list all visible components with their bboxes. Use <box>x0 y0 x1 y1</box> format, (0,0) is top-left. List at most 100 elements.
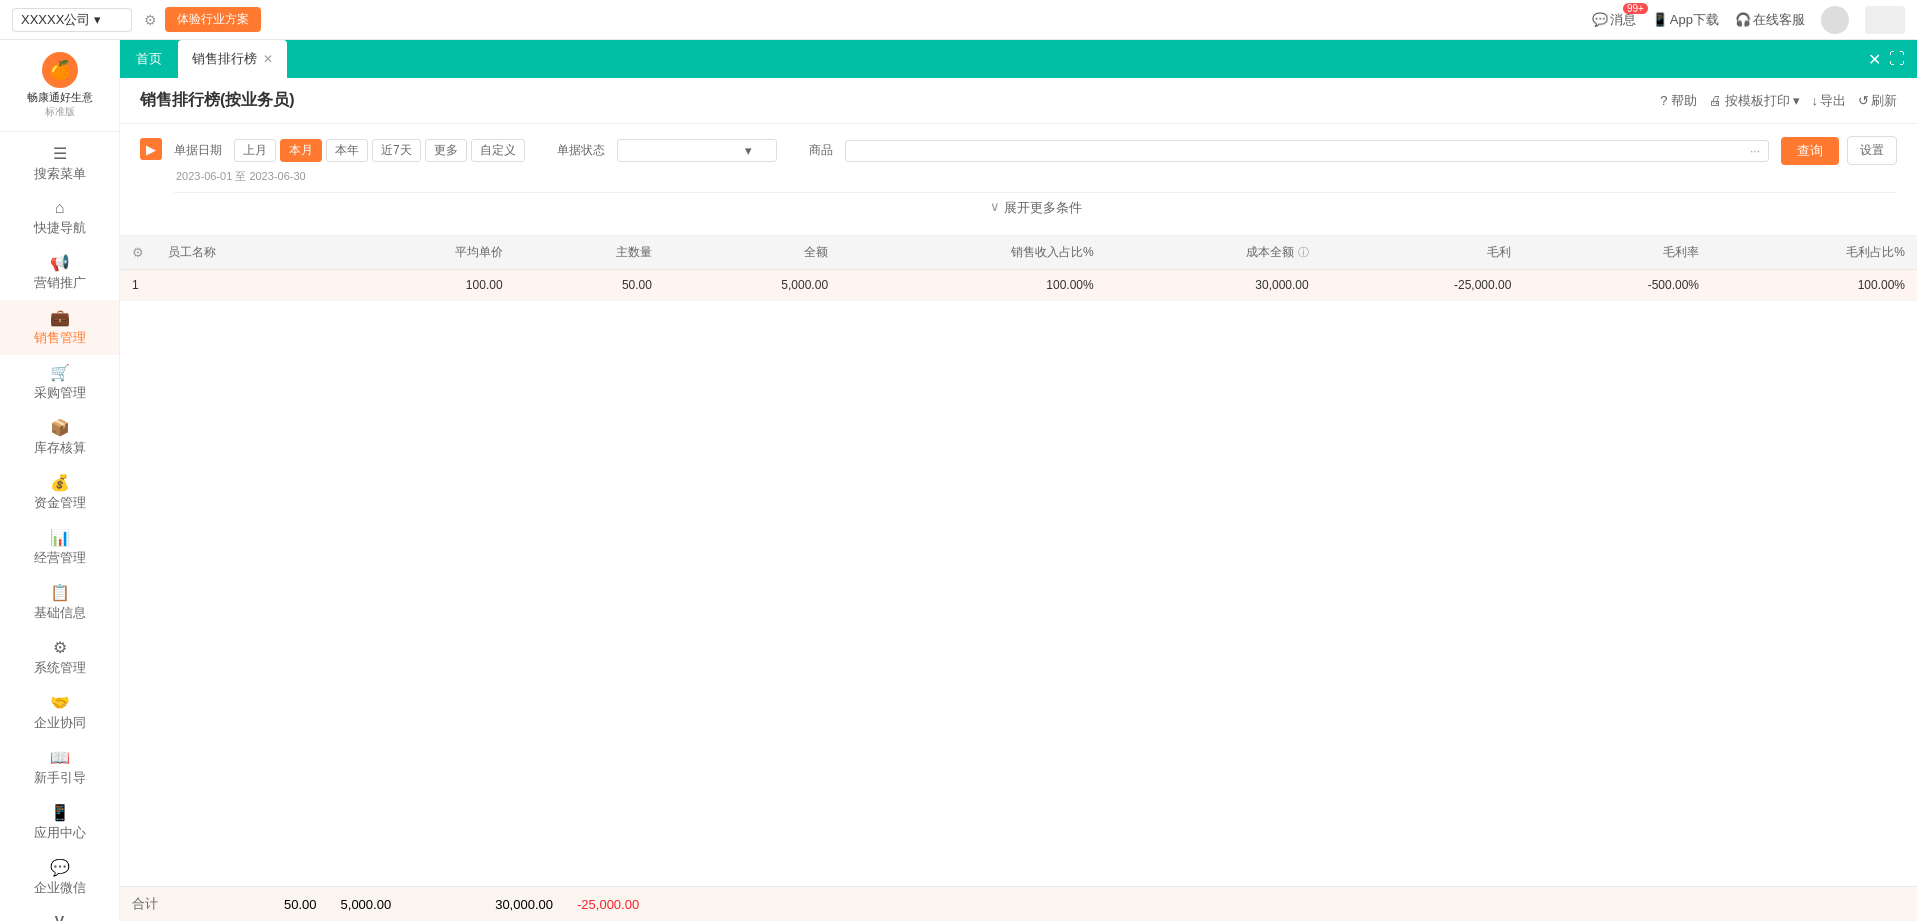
marketing-icon: 📢 <box>50 253 70 272</box>
sidebar-item-operations[interactable]: 📊 经营管理 <box>0 520 119 575</box>
sidebar-item-inventory[interactable]: 📦 库存核算 <box>0 410 119 465</box>
footer-cell-amount: 5,000.00 <box>329 897 404 912</box>
table-header-row: ⚙ 员工名称 平均单价 主数量 全额 销售收入占比% 成本全额 ⓘ 毛利 毛利率… <box>120 236 1917 270</box>
sidebar-item-collaboration[interactable]: 🤝 企业协同 <box>0 685 119 740</box>
date-btn-7days[interactable]: 近7天 <box>372 139 421 162</box>
sidebar-item-purchase[interactable]: 🛒 采购管理 <box>0 355 119 410</box>
print-label: 按模板打印 <box>1725 92 1790 110</box>
sales-icon: 💼 <box>50 308 70 327</box>
sidebar-item-member[interactable]: V 畅会员 <box>0 905 119 921</box>
sidebar-item-label: 资金管理 <box>34 494 86 512</box>
footer-cell-gross: -25,000.00 <box>565 897 651 912</box>
app-download-link[interactable]: 📱 App下载 <box>1652 11 1719 29</box>
settings-button[interactable]: 设置 <box>1847 136 1897 165</box>
user-name-area[interactable] <box>1865 6 1905 34</box>
footer-cell-cost: 30,000.00 <box>483 897 565 912</box>
date-btn-custom[interactable]: 自定义 <box>471 139 525 162</box>
sidebar-item-wechat[interactable]: 💬 企业微信 <box>0 850 119 905</box>
footer-cell-empty1 <box>192 897 272 912</box>
refresh-button[interactable]: ↺ 刷新 <box>1858 92 1897 110</box>
help-icon: ? <box>1660 93 1667 108</box>
th-gross-pct: 毛利占比% <box>1711 236 1917 270</box>
cost-info-icon[interactable]: ⓘ <box>1298 246 1309 258</box>
date-btn-this-month[interactable]: 本月 <box>280 139 322 162</box>
appstore-icon: 📱 <box>50 803 70 822</box>
table-row: 1 100.00 50.00 5,000.00 100.00% 30,000.0… <box>120 270 1917 301</box>
print-dropdown-icon: ▾ <box>1793 93 1800 108</box>
finance-icon: 💰 <box>50 473 70 492</box>
export-button[interactable]: ↓ 导出 <box>1812 92 1847 110</box>
export-label: 导出 <box>1820 92 1846 110</box>
date-btn-more[interactable]: 更多 <box>425 139 467 162</box>
expand-label: 展开更多条件 <box>1004 199 1082 217</box>
page-content: 销售排行榜(按业务员) ? 帮助 🖨 按模板打印 ▾ ↓ 导出 <box>120 78 1917 921</box>
settings-icon[interactable]: ⚙ <box>144 12 157 28</box>
sidebar-item-label: 基础信息 <box>34 604 86 622</box>
sidebar-item-label: 营销推广 <box>34 274 86 292</box>
sidebar-item-marketing[interactable]: 📢 营销推广 <box>0 245 119 300</box>
logo-sub: 标准版 <box>45 105 75 119</box>
expand-more-button[interactable]: ∨ 展开更多条件 <box>174 192 1897 223</box>
tab-home[interactable]: 首页 <box>120 40 178 78</box>
chevron-down-icon: ▾ <box>94 12 101 27</box>
sidebar-item-label: 库存核算 <box>34 439 86 457</box>
column-settings-icon[interactable]: ⚙ <box>132 245 144 260</box>
logo-text: 畅康通好生意 <box>27 90 93 105</box>
sidebar-item-label: 新手引导 <box>34 769 86 787</box>
inventory-icon: 📦 <box>50 418 70 437</box>
export-icon: ↓ <box>1812 93 1819 108</box>
cell-qty: 50.00 <box>515 270 664 301</box>
sidebar-item-system[interactable]: ⚙ 系统管理 <box>0 630 119 685</box>
chevron-down-icon: ▾ <box>745 143 752 158</box>
collaboration-icon: 🤝 <box>50 693 70 712</box>
tab-close-icon[interactable]: ✕ <box>263 52 273 66</box>
status-select[interactable]: ▾ <box>617 139 777 162</box>
sidebar-item-search[interactable]: ☰ 搜索菜单 <box>0 136 119 191</box>
date-btn-last-month[interactable]: 上月 <box>234 139 276 162</box>
footer-cell-empty2 <box>403 897 483 912</box>
company-selector[interactable]: XXXXX公司 ▾ <box>12 8 132 32</box>
sidebar-item-basic-info[interactable]: 📋 基础信息 <box>0 575 119 630</box>
sidebar-item-sales[interactable]: 💼 销售管理 <box>0 300 119 355</box>
sidebar-item-shortcuts[interactable]: ⌂ 快捷导航 <box>0 191 119 245</box>
help-button[interactable]: ? 帮助 <box>1660 92 1696 110</box>
sidebar-item-finance[interactable]: 💰 资金管理 <box>0 465 119 520</box>
goods-more-icon[interactable]: ··· <box>1750 144 1760 158</box>
sidebar-item-appstore[interactable]: 📱 应用中心 <box>0 795 119 850</box>
cell-gross-pct: 100.00% <box>1711 270 1917 301</box>
cell-avg-price: 100.00 <box>335 270 514 301</box>
avatar[interactable] <box>1821 6 1849 34</box>
search-menu-icon: ☰ <box>53 144 67 163</box>
tab-close-window-icon[interactable]: ✕ <box>1868 50 1881 69</box>
status-filter-label: 单据状态 <box>557 142 605 159</box>
th-gross-rate: 毛利率 <box>1523 236 1711 270</box>
th-employee-name: 员工名称 <box>156 236 335 270</box>
date-btn-this-year[interactable]: 本年 <box>326 139 368 162</box>
tab-right-controls: ✕ ⛶ <box>1868 50 1917 69</box>
purchase-icon: 🛒 <box>50 363 70 382</box>
phone-icon: 📱 <box>1652 12 1668 27</box>
online-support-label: 在线客服 <box>1753 11 1805 29</box>
sidebar-item-guide[interactable]: 📖 新手引导 <box>0 740 119 795</box>
date-buttons: 上月 本月 本年 近7天 更多 自定义 <box>234 139 525 162</box>
expand-icon: ∨ <box>990 199 1000 217</box>
sidebar-item-label: 采购管理 <box>34 384 86 402</box>
cell-sales-pct: 100.00% <box>840 270 1106 301</box>
filter-toggle-button[interactable]: ▶ <box>140 138 162 160</box>
cell-cost: 30,000.00 <box>1106 270 1321 301</box>
table-body: 1 100.00 50.00 5,000.00 100.00% 30,000.0… <box>120 270 1917 301</box>
footer-cells: 50.00 5,000.00 30,000.00 -25,000.00 <box>192 897 1905 912</box>
online-support-link[interactable]: 🎧 在线客服 <box>1735 11 1805 29</box>
tab-sales-ranking[interactable]: 销售排行榜 ✕ <box>178 40 287 78</box>
query-button[interactable]: 查询 <box>1781 137 1839 165</box>
refresh-icon: ↺ <box>1858 93 1869 108</box>
message-button[interactable]: 💬 消息 99+ <box>1592 11 1636 29</box>
goods-input[interactable]: ··· <box>845 140 1769 162</box>
th-cost: 成本全额 ⓘ <box>1106 236 1321 270</box>
guide-icon: 📖 <box>50 748 70 767</box>
tab-maximize-icon[interactable]: ⛶ <box>1889 50 1905 68</box>
sidebar-item-label: 应用中心 <box>34 824 86 842</box>
print-button[interactable]: 🖨 按模板打印 ▾ <box>1709 92 1800 110</box>
th-settings[interactable]: ⚙ <box>120 236 156 270</box>
trial-button[interactable]: 体验行业方案 <box>165 7 261 32</box>
